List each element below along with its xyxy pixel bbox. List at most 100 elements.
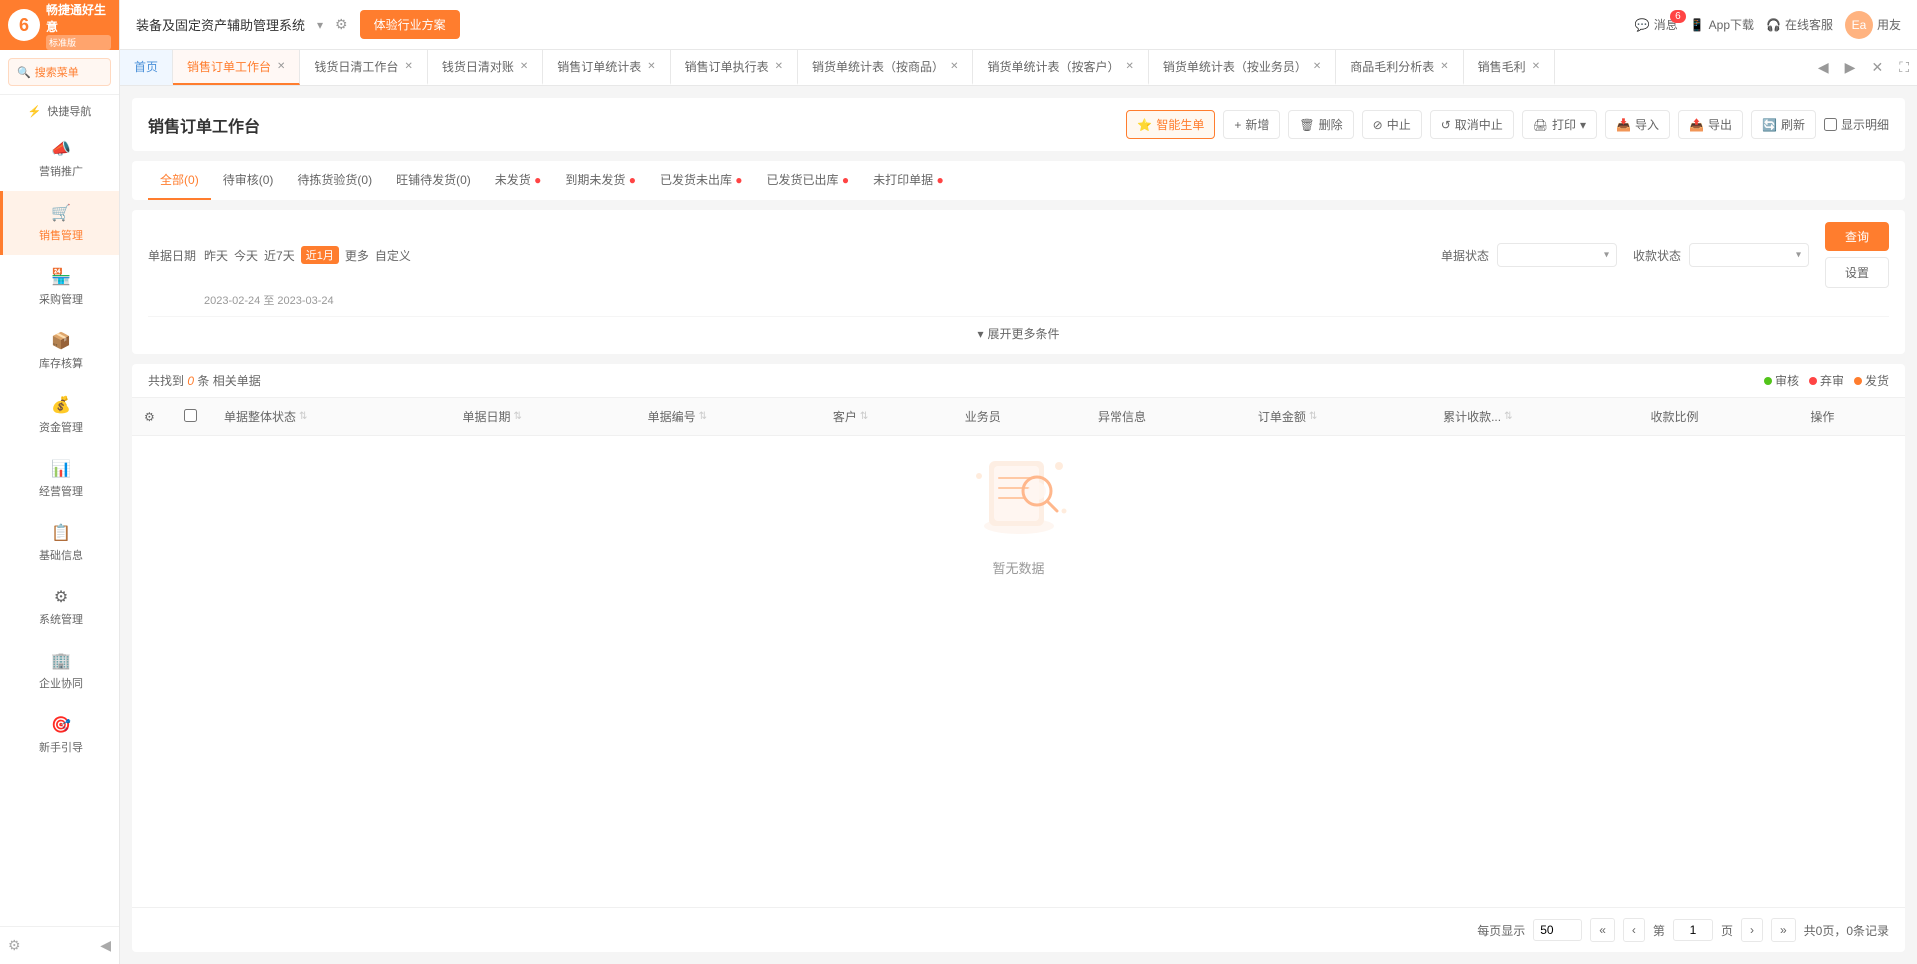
- tab-close-margin-analysis[interactable]: ✕: [1440, 61, 1448, 72]
- subtab-wangpu-ship[interactable]: 旺铺待发货(0): [384, 161, 483, 200]
- query-button[interactable]: 查询: [1825, 222, 1889, 251]
- gear-icon[interactable]: ⚙: [335, 16, 348, 33]
- sidebar-item-purchase[interactable]: 🏪 采购管理: [0, 255, 119, 319]
- th-status-sort[interactable]: 单据整体状态: [224, 408, 438, 425]
- bulk-ship-action[interactable]: 发货: [1854, 372, 1889, 389]
- app-download-action[interactable]: 📱 App下载: [1690, 16, 1754, 33]
- tab-close-cash-daily[interactable]: ✕: [404, 61, 412, 72]
- th-customer-sort[interactable]: 客户: [833, 408, 941, 425]
- pagination-next[interactable]: ›: [1741, 918, 1763, 942]
- subtab-unprinted[interactable]: 未打印单据 ●: [861, 161, 956, 200]
- date-range-display: 2023-02-24 至 2023-03-24: [204, 292, 1889, 308]
- tab-close-sales-workbench[interactable]: ✕: [277, 61, 285, 72]
- delete-icon: 🗑: [1299, 118, 1314, 132]
- sidebar-item-basic[interactable]: 📋 基础信息: [0, 511, 119, 575]
- tab-nav-next[interactable]: ▶: [1837, 59, 1864, 76]
- stop-button[interactable]: ⊘ 中止: [1362, 110, 1422, 139]
- sidebar-item-finance[interactable]: 💰 资金管理: [0, 383, 119, 447]
- show-detail-label[interactable]: 显示明细: [1824, 116, 1889, 133]
- tab-cash-daily[interactable]: 钱货日清工作台 ✕: [300, 50, 427, 85]
- pagination-first[interactable]: «: [1590, 918, 1615, 942]
- sidebar-item-enterprise[interactable]: 🏢 企业协同: [0, 639, 119, 703]
- sidebar-item-marketing[interactable]: 📣 营销推广: [0, 127, 119, 191]
- subtab-unshipped[interactable]: 未发货 ●: [483, 161, 554, 200]
- expand-filter-button[interactable]: ▾ 展开更多条件: [977, 325, 1059, 342]
- subtab-pending-inspect[interactable]: 待拣货验货(0): [285, 161, 384, 200]
- sidebar-item-nav[interactable]: ⚡ 快捷导航: [0, 95, 119, 127]
- message-action[interactable]: 💬 消息 6: [1635, 16, 1678, 33]
- basic-icon: 📋: [51, 523, 71, 543]
- sidebar-item-sales[interactable]: 🛒 销售管理: [0, 191, 119, 255]
- date-option-today[interactable]: 今天: [234, 247, 258, 264]
- tab-close-summary-customer[interactable]: ✕: [1125, 61, 1133, 72]
- th-number-sort[interactable]: 单据编号: [648, 408, 809, 425]
- th-checkbox[interactable]: [172, 398, 212, 436]
- delete-button[interactable]: 🗑 删除: [1288, 110, 1353, 139]
- print-button[interactable]: 🖨 打印 ▾: [1522, 110, 1597, 139]
- subtab-shipped-out[interactable]: 已发货已出库 ●: [755, 161, 862, 200]
- tab-close-cash-reconcile[interactable]: ✕: [520, 61, 528, 72]
- tab-sales-workbench[interactable]: 销售订单工作台 ✕: [173, 50, 300, 85]
- tab-sales-summary-product[interactable]: 销货单统计表（按商品） ✕: [798, 50, 973, 85]
- date-option-1month[interactable]: 近1月: [301, 246, 339, 264]
- cancel-stop-button[interactable]: ↺ 取消中止: [1430, 110, 1514, 139]
- th-collected-sort[interactable]: 累计收款...: [1443, 408, 1626, 425]
- export-button[interactable]: 📤 导出: [1678, 110, 1743, 139]
- tab-close-summary-staff[interactable]: ✕: [1313, 61, 1321, 72]
- date-option-custom[interactable]: 自定义: [375, 247, 411, 264]
- sidebar-item-operations[interactable]: 📊 经营管理: [0, 447, 119, 511]
- subtab-shipped-not-out[interactable]: 已发货未出库 ●: [648, 161, 755, 200]
- tab-cash-reconcile[interactable]: 钱货日清对账 ✕: [428, 50, 543, 85]
- date-option-yesterday[interactable]: 昨天: [204, 247, 228, 264]
- payment-select[interactable]: [1689, 243, 1809, 267]
- filter-settings-button[interactable]: 设置: [1825, 257, 1889, 288]
- pagination-last[interactable]: »: [1771, 918, 1796, 942]
- tab-sales-profit[interactable]: 销售毛利 ✕: [1464, 50, 1555, 85]
- date-option-more[interactable]: 更多: [345, 247, 369, 264]
- per-page-select[interactable]: 50 20 100: [1533, 919, 1582, 941]
- bulk-review-action[interactable]: 审核: [1764, 372, 1799, 389]
- online-service-action[interactable]: 🎧 在线客服: [1766, 16, 1833, 33]
- status-select[interactable]: [1497, 243, 1617, 267]
- pagination-prev[interactable]: ‹: [1623, 918, 1645, 942]
- add-button[interactable]: + 新增: [1223, 110, 1280, 139]
- search-menu-button[interactable]: 🔍 搜索菜单: [8, 58, 111, 86]
- tab-close-all[interactable]: ✕: [1863, 59, 1891, 76]
- collapse-icon[interactable]: ◀: [100, 937, 111, 954]
- tab-close-summary-product[interactable]: ✕: [950, 61, 958, 72]
- refresh-button[interactable]: 🔄 刷新: [1751, 110, 1816, 139]
- tab-sales-summary-customer[interactable]: 销货单统计表（按客户） ✕: [973, 50, 1148, 85]
- tab-close-sales-profit[interactable]: ✕: [1532, 61, 1540, 72]
- tab-sales-summary-staff[interactable]: 销货单统计表（按业务员） ✕: [1149, 50, 1336, 85]
- smart-create-button[interactable]: ⭐ 智能生单: [1126, 110, 1215, 139]
- subtab-overdue-unshipped[interactable]: 到期未发货 ●: [553, 161, 648, 200]
- th-settings[interactable]: ⚙: [132, 398, 172, 436]
- select-all-checkbox[interactable]: [184, 409, 197, 422]
- topbar-dropdown-icon[interactable]: ▾: [317, 18, 323, 32]
- subtab-pending-review[interactable]: 待审核(0): [211, 161, 286, 200]
- print-icon: 🖨: [1533, 118, 1548, 132]
- settings-bottom-icon[interactable]: ⚙: [8, 937, 21, 954]
- tab-nav-prev[interactable]: ◀: [1810, 59, 1837, 76]
- th-amount-sort[interactable]: 订单金额: [1258, 408, 1419, 425]
- sidebar-item-system[interactable]: ⚙ 系统管理: [0, 575, 119, 639]
- show-detail-checkbox[interactable]: [1824, 118, 1837, 131]
- tab-home[interactable]: 首页: [120, 50, 173, 85]
- import-button[interactable]: 📥 导入: [1605, 110, 1670, 139]
- tab-close-sales-stats[interactable]: ✕: [647, 61, 655, 72]
- pagination-input[interactable]: [1673, 919, 1713, 941]
- tab-margin-analysis[interactable]: 商品毛利分析表 ✕: [1336, 50, 1463, 85]
- tab-close-sales-exec[interactable]: ✕: [775, 61, 783, 72]
- tab-sales-exec[interactable]: 销售订单执行表 ✕: [671, 50, 798, 85]
- tab-sales-stats[interactable]: 销售订单统计表 ✕: [543, 50, 670, 85]
- bulk-cancel-review-action[interactable]: 弃审: [1809, 372, 1844, 389]
- user-action[interactable]: Ea 用友: [1845, 11, 1901, 39]
- sidebar-item-inventory[interactable]: 📦 库存核算: [0, 319, 119, 383]
- date-option-7days[interactable]: 近7天: [264, 247, 295, 264]
- sidebar-item-newbie[interactable]: 🎯 新手引导: [0, 703, 119, 767]
- trial-button[interactable]: 体验行业方案: [360, 10, 460, 39]
- tab-fullscreen[interactable]: ⛶: [1891, 59, 1917, 76]
- subtab-all[interactable]: 全部(0): [148, 161, 211, 200]
- th-exception: 异常信息: [1086, 398, 1246, 436]
- th-date-sort[interactable]: 单据日期: [462, 408, 623, 425]
